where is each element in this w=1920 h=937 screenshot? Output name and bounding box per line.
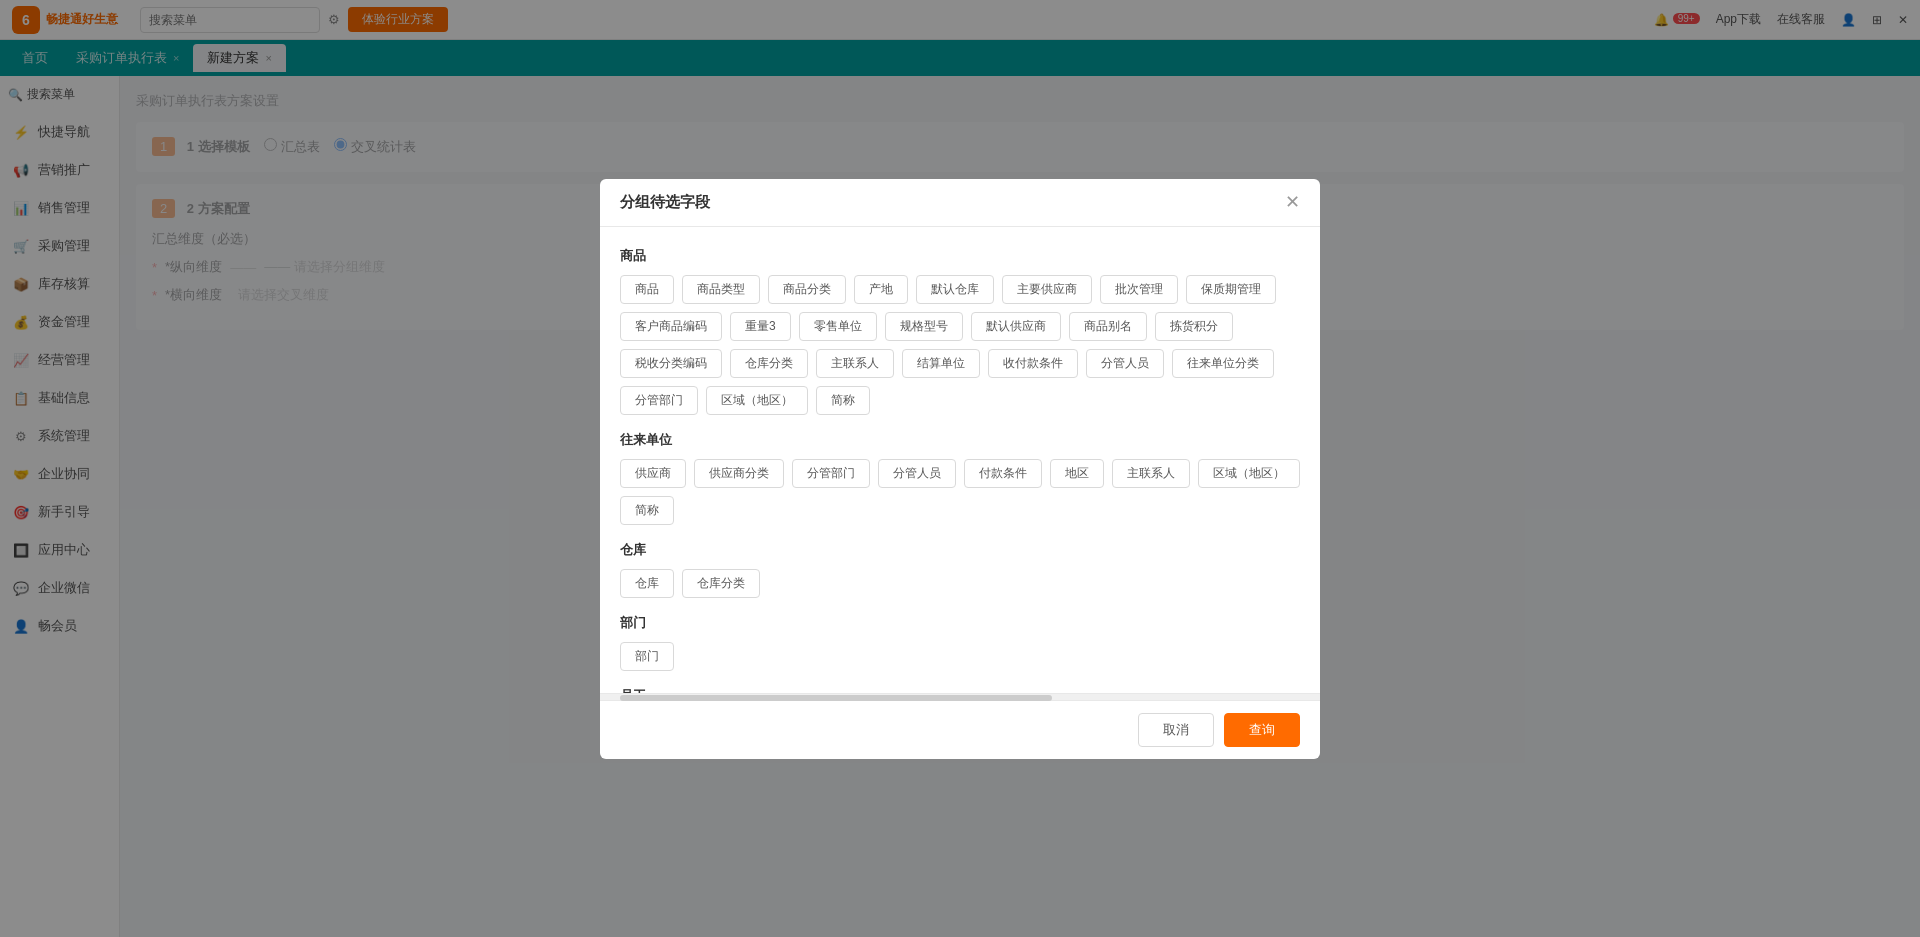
confirm-button[interactable]: 查询 — [1224, 713, 1300, 747]
field-tag-1-4[interactable]: 付款条件 — [964, 459, 1042, 488]
modal-close-button[interactable]: ✕ — [1285, 193, 1300, 211]
field-group-2: 仓库仓库分类 — [620, 569, 1300, 598]
modal-scrollbar[interactable] — [600, 693, 1320, 699]
modal-scrollbar-thumb — [620, 695, 1052, 701]
field-tag-0-18[interactable]: 结算单位 — [902, 349, 980, 378]
field-tag-0-22[interactable]: 分管部门 — [620, 386, 698, 415]
field-tag-0-4[interactable]: 默认仓库 — [916, 275, 994, 304]
field-group-0: 商品商品类型商品分类产地默认仓库主要供应商批次管理保质期管理客户商品编码重量3 零… — [620, 275, 1300, 415]
field-tag-0-5[interactable]: 主要供应商 — [1002, 275, 1092, 304]
field-tag-0-17[interactable]: 主联系人 — [816, 349, 894, 378]
field-tag-1-0[interactable]: 供应商 — [620, 459, 686, 488]
field-tag-1-6[interactable]: 主联系人 — [1112, 459, 1190, 488]
section-title-1: 往来单位 — [620, 431, 1300, 449]
modal-overlay: 分组待选字段 ✕ 商品商品商品类型商品分类产地默认仓库主要供应商批次管理保质期管… — [0, 0, 1920, 937]
section-title-3: 部门 — [620, 614, 1300, 632]
field-tag-0-24[interactable]: 简称 — [816, 386, 870, 415]
field-tag-0-14[interactable]: 拣货积分 — [1155, 312, 1233, 341]
field-tag-0-7[interactable]: 保质期管理 — [1186, 275, 1276, 304]
field-tag-0-23[interactable]: 区域（地区） — [706, 386, 808, 415]
modal-footer: 取消 查询 — [600, 700, 1320, 759]
field-tag-1-7[interactable]: 区域（地区） — [1198, 459, 1300, 488]
section-title-2: 仓库 — [620, 541, 1300, 559]
field-tag-0-20[interactable]: 分管人员 — [1086, 349, 1164, 378]
field-tag-2-0[interactable]: 仓库 — [620, 569, 674, 598]
field-tag-1-3[interactable]: 分管人员 — [878, 459, 956, 488]
field-select-modal: 分组待选字段 ✕ 商品商品商品类型商品分类产地默认仓库主要供应商批次管理保质期管… — [600, 179, 1320, 759]
field-tag-0-9[interactable]: 重量3 — [730, 312, 791, 341]
field-tag-1-2[interactable]: 分管部门 — [792, 459, 870, 488]
field-tag-0-16[interactable]: 仓库分类 — [730, 349, 808, 378]
section-title-4: 员工 — [620, 687, 1300, 694]
field-tag-0-2[interactable]: 商品分类 — [768, 275, 846, 304]
modal-header: 分组待选字段 ✕ — [600, 179, 1320, 227]
field-tag-0-0[interactable]: 商品 — [620, 275, 674, 304]
field-tag-2-1[interactable]: 仓库分类 — [682, 569, 760, 598]
field-tag-0-11[interactable]: 规格型号 — [885, 312, 963, 341]
modal-body: 商品商品商品类型商品分类产地默认仓库主要供应商批次管理保质期管理客户商品编码重量… — [600, 227, 1320, 694]
field-group-3: 部门 — [620, 642, 1300, 671]
field-tag-1-1[interactable]: 供应商分类 — [694, 459, 784, 488]
field-tag-0-13[interactable]: 商品别名 — [1069, 312, 1147, 341]
field-tag-0-15[interactable]: 税收分类编码 — [620, 349, 722, 378]
field-tag-0-3[interactable]: 产地 — [854, 275, 908, 304]
field-tag-3-0[interactable]: 部门 — [620, 642, 674, 671]
field-tag-1-8[interactable]: 简称 — [620, 496, 674, 525]
field-tag-0-6[interactable]: 批次管理 — [1100, 275, 1178, 304]
field-tag-0-8[interactable]: 客户商品编码 — [620, 312, 722, 341]
modal-title: 分组待选字段 — [620, 193, 710, 212]
field-tag-0-21[interactable]: 往来单位分类 — [1172, 349, 1274, 378]
field-group-1: 供应商供应商分类分管部门分管人员付款条件地区主联系人区域（地区） 简称 — [620, 459, 1300, 525]
field-tag-0-1[interactable]: 商品类型 — [682, 275, 760, 304]
field-tag-0-12[interactable]: 默认供应商 — [971, 312, 1061, 341]
section-title-0: 商品 — [620, 247, 1300, 265]
field-tag-1-5[interactable]: 地区 — [1050, 459, 1104, 488]
cancel-button[interactable]: 取消 — [1138, 713, 1214, 747]
field-tag-0-19[interactable]: 收付款条件 — [988, 349, 1078, 378]
field-tag-0-10[interactable]: 零售单位 — [799, 312, 877, 341]
